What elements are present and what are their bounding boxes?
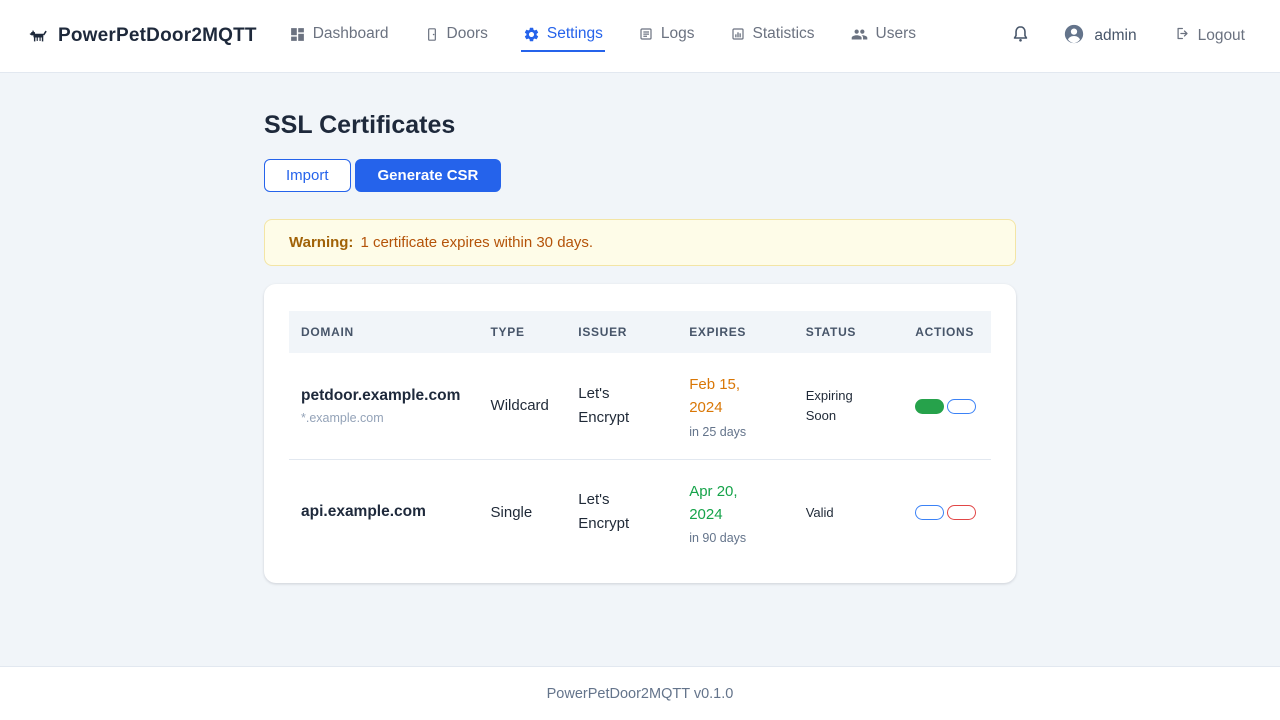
nav-item-label: Dashboard	[312, 25, 389, 42]
cert-expire-date: Apr 20, 2024	[689, 482, 738, 523]
logout-label: Logout	[1197, 27, 1245, 44]
certificates-table: DOMAIN TYPE ISSUER EXPIRES STATUS ACTION…	[289, 311, 991, 565]
certificates-card: DOMAIN TYPE ISSUER EXPIRES STATUS ACTION…	[264, 284, 1016, 583]
footer: PowerPetDoor2MQTT v0.1.0	[0, 666, 1280, 720]
column-header-domain: DOMAIN	[289, 311, 479, 353]
logs-icon	[638, 26, 654, 42]
cert-type: Single	[478, 458, 567, 565]
table-row: api.example.com Single Let's Encrypt Apr…	[289, 458, 991, 565]
column-header-issuer: ISSUER	[566, 311, 678, 353]
blue-outline-pill-button[interactable]	[915, 505, 945, 521]
cert-expire-days: in 25 days	[689, 424, 747, 439]
username: admin	[1094, 27, 1137, 44]
warning-message: 1 certificate expires within 30 days.	[360, 234, 594, 251]
nav-item-label: Doors	[446, 25, 488, 42]
toolbar: Import Generate CSR	[264, 159, 1016, 192]
users-icon	[850, 26, 869, 43]
column-header-expires: EXPIRES	[677, 311, 794, 353]
logout-button[interactable]: Logout	[1167, 24, 1251, 48]
status-badge: Valid	[805, 504, 834, 520]
bell-icon	[1010, 23, 1031, 49]
warning-banner: Warning: 1 certificate expires within 30 …	[264, 219, 1016, 266]
cert-issuer: Let's Encrypt	[578, 491, 630, 533]
nav-item-label: Users	[875, 25, 917, 42]
nav-item-label: Settings	[546, 25, 603, 42]
table-row: petdoor.example.com *.example.com Wildca…	[289, 353, 991, 459]
cert-subdomain: *.example.com	[301, 410, 384, 425]
footer-version-text: PowerPetDoor2MQTT v0.1.0	[546, 685, 734, 702]
logout-icon	[1173, 25, 1191, 47]
nav-right-cluster: admin Logout	[1008, 21, 1251, 51]
status-badge: Expiring Soon	[805, 388, 853, 423]
nav-item-users[interactable]: Users	[848, 20, 918, 52]
gear-icon	[523, 26, 540, 43]
top-navigation-bar: PowerPetDoor2MQTT Dashboard Doors Settin…	[0, 0, 1280, 73]
import-button[interactable]: Import	[264, 159, 351, 192]
cert-issuer: Let's Encrypt	[578, 384, 630, 426]
table-header-row: DOMAIN TYPE ISSUER EXPIRES STATUS ACTION…	[289, 311, 991, 353]
column-header-status: STATUS	[793, 311, 904, 353]
nav-item-statistics[interactable]: Statistics	[728, 20, 817, 52]
brand[interactable]: PowerPetDoor2MQTT	[29, 25, 257, 47]
cert-expire-date: Feb 15, 2024	[689, 376, 741, 417]
warning-label: Warning:	[289, 234, 354, 251]
door-icon	[424, 26, 440, 43]
main-content: SSL Certificates Import Generate CSR War…	[0, 73, 1280, 666]
green-filled-pill-button[interactable]	[915, 398, 945, 414]
red-outline-pill-button[interactable]	[947, 505, 977, 521]
blue-outline-pill-button[interactable]	[947, 398, 977, 414]
bar-chart-icon	[730, 26, 746, 42]
dog-icon	[29, 27, 49, 46]
nav-item-label: Logs	[660, 25, 695, 42]
cert-type: Wildcard	[490, 397, 549, 415]
page-title: SSL Certificates	[264, 111, 456, 139]
brand-title: PowerPetDoor2MQTT	[58, 25, 257, 46]
nav-item-label: Statistics	[752, 25, 815, 42]
nav-item-settings[interactable]: Settings	[520, 20, 605, 52]
nav-item-doors[interactable]: Doors	[422, 20, 490, 52]
notifications-button[interactable]	[1008, 21, 1033, 51]
app-window: PowerPetDoor2MQTT Dashboard Doors Settin…	[0, 0, 1280, 720]
avatar-icon	[1063, 23, 1085, 50]
column-header-actions: ACTIONS	[903, 311, 991, 353]
nav-item-logs[interactable]: Logs	[636, 20, 697, 52]
nav-links: Dashboard Doors Settings Logs Statistics…	[287, 20, 918, 52]
cert-domain: api.example.com	[301, 503, 426, 521]
user-menu[interactable]: admin	[1063, 23, 1137, 50]
nav-item-dashboard[interactable]: Dashboard	[287, 20, 391, 52]
column-header-type: TYPE	[478, 311, 567, 353]
cert-expire-days: in 90 days	[689, 531, 747, 545]
dashboard-icon	[289, 26, 306, 43]
generate-csr-button[interactable]: Generate CSR	[354, 159, 502, 192]
cert-domain: petdoor.example.com	[301, 386, 461, 404]
